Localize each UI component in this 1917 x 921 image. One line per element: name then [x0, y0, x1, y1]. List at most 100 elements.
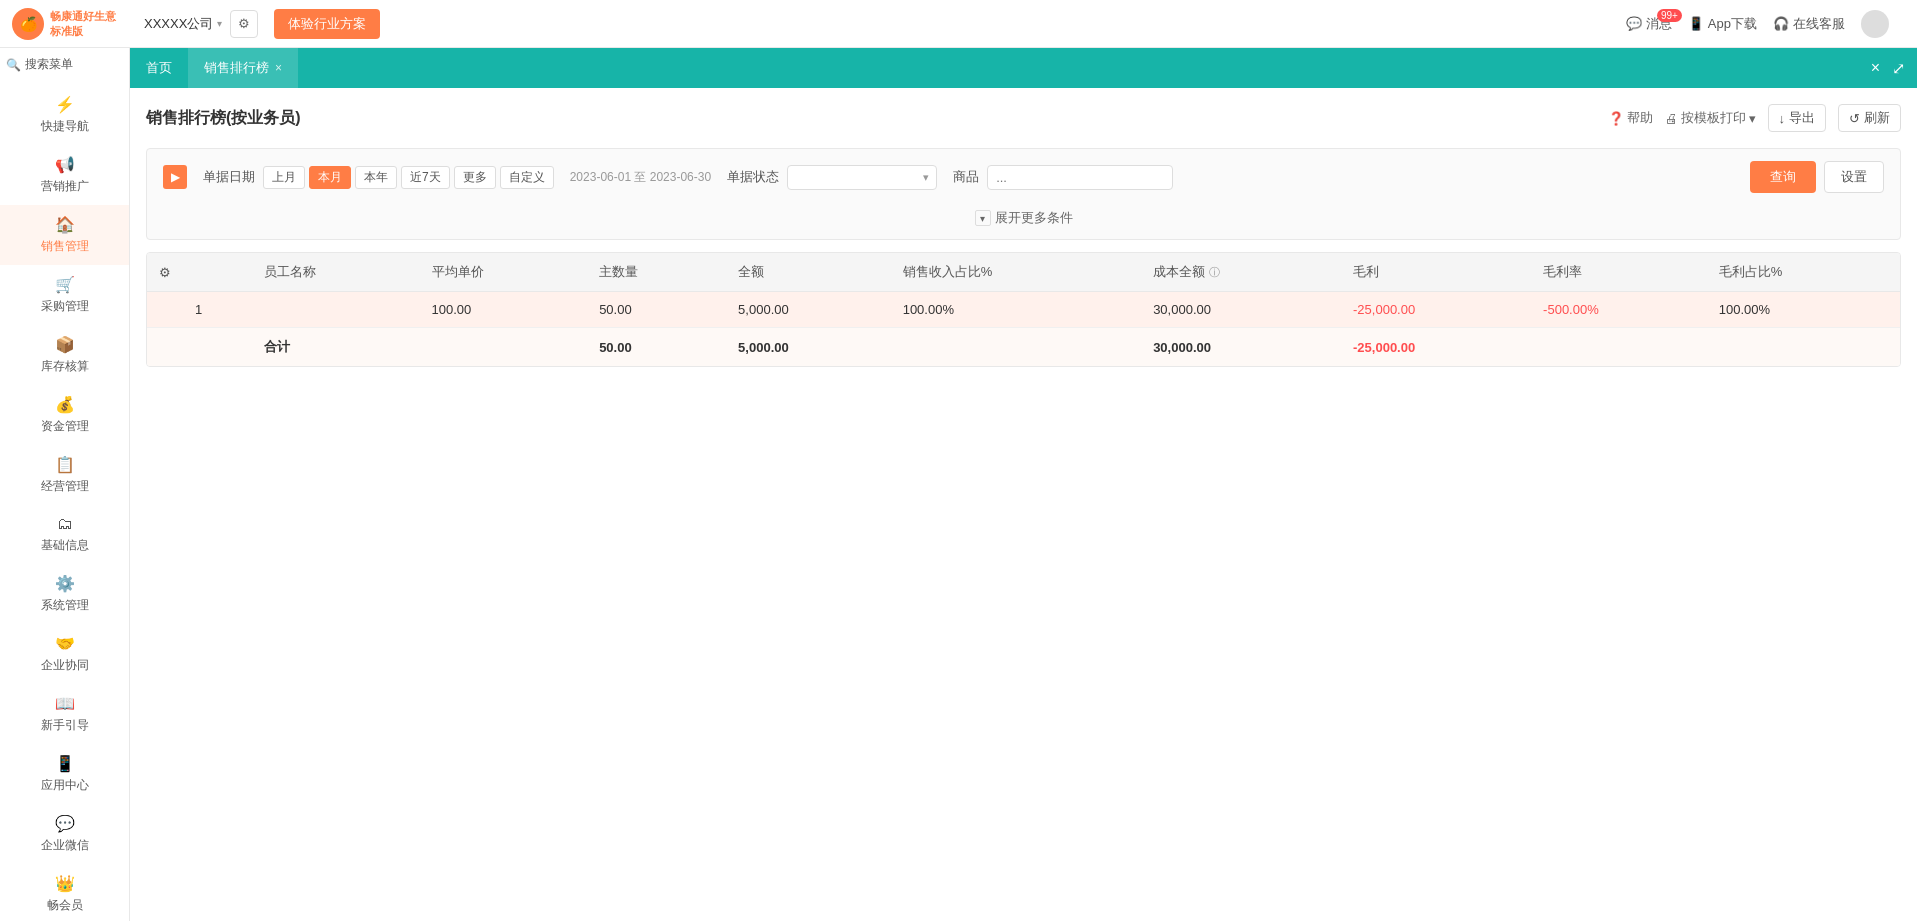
marketing-icon: 📢	[55, 155, 75, 174]
status-filter-label: 单据状态	[727, 168, 779, 186]
sidebar-item-label: 企业微信	[41, 837, 89, 854]
sidebar-item-finance[interactable]: 💰 资金管理	[0, 385, 129, 445]
sidebar-item-marketing[interactable]: 📢 营销推广	[0, 145, 129, 205]
expand-more-button[interactable]: ▾ 展开更多条件	[975, 209, 1073, 227]
cell-gross: -25,000.00	[1341, 292, 1531, 328]
data-table: ⚙ 员工名称 平均单价 主数量 全额 销售收入占比% 成本全额 ⓘ 毛利	[147, 253, 1900, 366]
sidebar-item-purchase[interactable]: 🛒 采购管理	[0, 265, 129, 325]
date-btn-this-year[interactable]: 本年	[355, 166, 397, 189]
expand-arrow-icon: ▾	[975, 210, 991, 226]
app-download-button[interactable]: 📱 App下载	[1688, 15, 1757, 33]
tab-home[interactable]: 首页	[130, 48, 188, 88]
system-icon: ⚙️	[55, 574, 75, 593]
footer-sales-pct	[891, 328, 1141, 367]
help-button[interactable]: ❓ 帮助	[1608, 109, 1653, 127]
basic-info-icon: 🗂	[57, 515, 73, 533]
sidebar-item-system[interactable]: ⚙️ 系统管理	[0, 564, 129, 624]
footer-gross-rate	[1531, 328, 1707, 367]
cell-gross-rate: -500.00%	[1531, 292, 1707, 328]
col-settings[interactable]: ⚙	[147, 253, 183, 292]
status-select-wrapper	[787, 165, 937, 190]
page-actions: ❓ 帮助 🖨 按模板打印 ▾ ↓ 导出	[1608, 104, 1902, 132]
avatar[interactable]	[1861, 10, 1889, 38]
footer-gross: -25,000.00	[1341, 328, 1531, 367]
quick-nav-icon: ⚡	[55, 95, 75, 114]
export-button[interactable]: ↓ 导出	[1768, 104, 1827, 132]
date-btn-7days[interactable]: 近7天	[401, 166, 450, 189]
tab-sales-ranking[interactable]: 销售排行榜 ×	[188, 48, 298, 88]
company-settings-button[interactable]: ⚙	[230, 10, 258, 38]
sidebar-item-operations[interactable]: 📋 经营管理	[0, 445, 129, 505]
col-gross-pct: 毛利占比%	[1707, 253, 1900, 292]
tab-bar: 首页 销售排行榜 × × ⤢	[130, 48, 1917, 88]
top-bar-right: 💬 消息 99+ 📱 App下载 🎧 在线客服	[1626, 10, 1905, 38]
footer-settings	[147, 328, 183, 367]
refresh-button[interactable]: ↺ 刷新	[1838, 104, 1901, 132]
print-button[interactable]: 🖨 按模板打印 ▾	[1665, 109, 1756, 127]
sidebar-item-quick-nav[interactable]: ⚡ 快捷导航	[0, 85, 129, 145]
footer-label: 合计	[252, 328, 420, 367]
trial-button[interactable]: 体验行业方案	[274, 9, 380, 39]
sidebar-item-wechat[interactable]: 💬 企业微信	[0, 804, 129, 864]
sidebar-item-basic-info[interactable]: 🗂 基础信息	[0, 505, 129, 564]
sidebar-item-label: 营销推广	[41, 178, 89, 195]
page-header: 销售排行榜(按业务员) ❓ 帮助 🖨 按模板打印 ▾	[146, 104, 1901, 132]
col-name: 员工名称	[252, 253, 420, 292]
cell-settings	[147, 292, 183, 328]
company-selector[interactable]: XXXXX公司 ▾	[144, 15, 222, 33]
sidebar-item-label: 快捷导航	[41, 118, 89, 135]
window-expand-icon[interactable]: ⤢	[1892, 59, 1905, 78]
goods-filter: 商品	[953, 165, 1173, 190]
online-support-button[interactable]: 🎧 在线客服	[1773, 15, 1845, 33]
sidebar-item-label: 销售管理	[41, 238, 89, 255]
export-label: 导出	[1789, 109, 1815, 127]
sidebar-search[interactable]: 🔍 搜索菜单	[0, 48, 129, 81]
print-label: 按模板打印	[1681, 109, 1746, 127]
sidebar: 🔍 搜索菜单 ⚡ 快捷导航 📢 营销推广 🏠 销售管理 🛒 采购管理 📦	[0, 48, 130, 921]
goods-input[interactable]	[987, 165, 1173, 190]
export-icon: ↓	[1779, 111, 1786, 126]
cell-total: 5,000.00	[726, 292, 891, 328]
message-button[interactable]: 💬 消息 99+	[1626, 15, 1672, 33]
table-row: 1 100.00 50.00 5,000.00 100.00% 30,000.0…	[147, 292, 1900, 328]
refresh-label: 刷新	[1864, 109, 1890, 127]
col-quantity: 主数量	[587, 253, 726, 292]
footer-total: 5,000.00	[726, 328, 891, 367]
cell-gross-pct: 100.00%	[1707, 292, 1900, 328]
collab-icon: 🤝	[55, 634, 75, 653]
tab-close-icon[interactable]: ×	[275, 61, 282, 75]
sidebar-item-label: 资金管理	[41, 418, 89, 435]
sidebar-item-guide[interactable]: 📖 新手引导	[0, 684, 129, 744]
sidebar-item-inventory[interactable]: 📦 库存核算	[0, 325, 129, 385]
filter-expand-toggle[interactable]: ▶	[163, 165, 187, 189]
status-select[interactable]	[787, 165, 937, 190]
sidebar-item-collab[interactable]: 🤝 企业协同	[0, 624, 129, 684]
date-btn-more[interactable]: 更多	[454, 166, 496, 189]
cell-avg-price: 100.00	[420, 292, 588, 328]
headset-icon: 🎧	[1773, 16, 1789, 31]
col-total: 全额	[726, 253, 891, 292]
settings-button[interactable]: 设置	[1824, 161, 1884, 193]
date-btn-this-month[interactable]: 本月	[309, 166, 351, 189]
sidebar-item-label: 新手引导	[41, 717, 89, 734]
page-container: 销售排行榜(按业务员) ❓ 帮助 🖨 按模板打印 ▾	[130, 88, 1917, 921]
cell-name	[252, 292, 420, 328]
table-header: ⚙ 员工名称 平均单价 主数量 全额 销售收入占比% 成本全额 ⓘ 毛利	[147, 253, 1900, 292]
data-table-container: ⚙ 员工名称 平均单价 主数量 全额 销售收入占比% 成本全额 ⓘ 毛利	[146, 252, 1901, 367]
col-gross-rate: 毛利率	[1531, 253, 1707, 292]
date-btn-custom[interactable]: 自定义	[500, 166, 554, 189]
sidebar-search-label: 搜索菜单	[25, 56, 73, 73]
date-btn-last-month[interactable]: 上月	[263, 166, 305, 189]
operations-icon: 📋	[55, 455, 75, 474]
query-button[interactable]: 查询	[1750, 161, 1816, 193]
print-icon: 🖨	[1665, 111, 1678, 126]
sidebar-item-sales[interactable]: 🏠 销售管理	[0, 205, 129, 265]
sidebar-item-app-center[interactable]: 📱 应用中心	[0, 744, 129, 804]
filter-action-buttons: 查询 设置	[1750, 161, 1884, 193]
wechat-icon: 💬	[55, 814, 75, 833]
sidebar-item-label: 采购管理	[41, 298, 89, 315]
col-cost: 成本全额 ⓘ	[1141, 253, 1341, 292]
guide-icon: 📖	[55, 694, 75, 713]
sidebar-item-member[interactable]: 👑 畅会员	[0, 864, 129, 921]
window-close-icon[interactable]: ×	[1871, 59, 1880, 77]
